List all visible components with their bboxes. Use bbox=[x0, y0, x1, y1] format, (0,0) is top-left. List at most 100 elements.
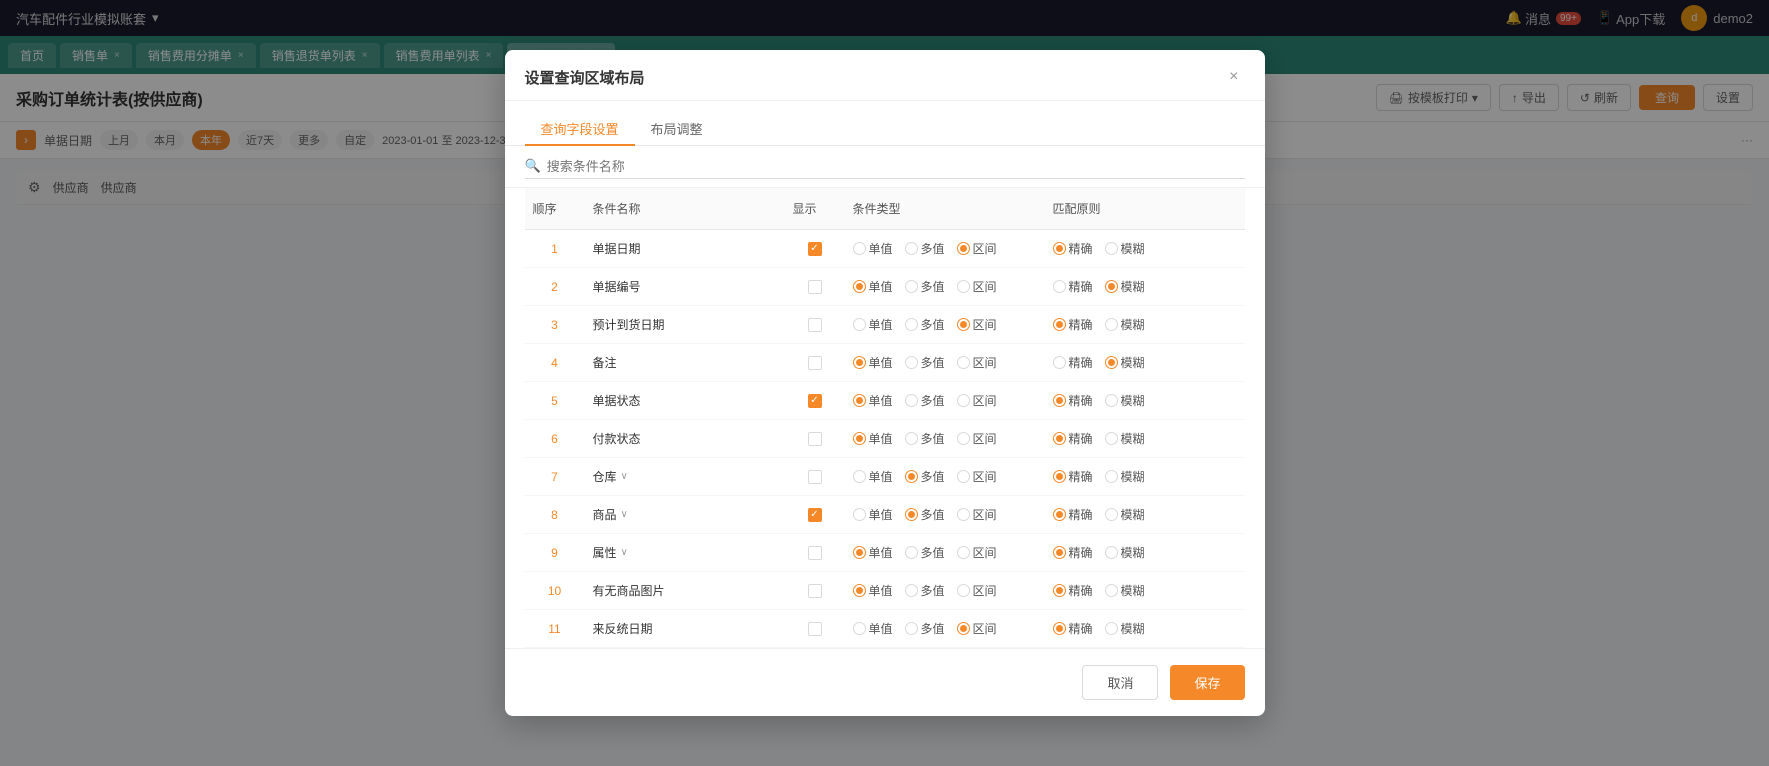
type-radio-item[interactable]: 区间 bbox=[957, 278, 997, 295]
type-radio[interactable] bbox=[957, 622, 970, 635]
type-radio-item[interactable]: 区间 bbox=[957, 506, 997, 523]
tab-query-fields[interactable]: 查询字段设置 bbox=[525, 113, 635, 146]
cancel-button[interactable]: 取消 bbox=[1082, 665, 1158, 700]
type-radio[interactable] bbox=[957, 584, 970, 597]
rule-radio[interactable] bbox=[1053, 470, 1066, 483]
display-checkbox[interactable] bbox=[808, 356, 822, 370]
rule-radio-item[interactable]: 精确 bbox=[1053, 468, 1093, 485]
type-radio-item[interactable]: 多值 bbox=[905, 354, 945, 371]
type-radio-item[interactable]: 多值 bbox=[905, 582, 945, 599]
rule-radio[interactable] bbox=[1105, 508, 1118, 521]
type-radio-item[interactable]: 多值 bbox=[905, 506, 945, 523]
rule-radio-item[interactable]: 模糊 bbox=[1105, 506, 1145, 523]
type-radio-item[interactable]: 单值 bbox=[853, 430, 893, 447]
type-radio[interactable] bbox=[853, 356, 866, 369]
type-radio-item[interactable]: 单值 bbox=[853, 582, 893, 599]
type-radio-item[interactable]: 多值 bbox=[905, 240, 945, 257]
type-radio-item[interactable]: 多值 bbox=[905, 316, 945, 333]
type-radio[interactable] bbox=[905, 584, 918, 597]
rule-radio-item[interactable]: 模糊 bbox=[1105, 582, 1145, 599]
type-radio[interactable] bbox=[905, 242, 918, 255]
display-checkbox[interactable] bbox=[808, 546, 822, 560]
rule-radio-item[interactable]: 精确 bbox=[1053, 620, 1093, 637]
rule-radio[interactable] bbox=[1105, 546, 1118, 559]
type-radio-item[interactable]: 单值 bbox=[853, 240, 893, 257]
rule-radio-item[interactable]: 模糊 bbox=[1105, 316, 1145, 333]
type-radio[interactable] bbox=[853, 470, 866, 483]
rule-radio[interactable] bbox=[1053, 622, 1066, 635]
type-radio[interactable] bbox=[905, 432, 918, 445]
type-radio-item[interactable]: 单值 bbox=[853, 278, 893, 295]
type-radio[interactable] bbox=[905, 546, 918, 559]
type-radio[interactable] bbox=[853, 432, 866, 445]
rule-radio[interactable] bbox=[1053, 584, 1066, 597]
rule-radio-item[interactable]: 模糊 bbox=[1105, 430, 1145, 447]
rule-radio-item[interactable]: 精确 bbox=[1053, 506, 1093, 523]
type-radio-item[interactable]: 多值 bbox=[905, 392, 945, 409]
display-checkbox[interactable] bbox=[808, 508, 822, 522]
save-button[interactable]: 保存 bbox=[1170, 665, 1244, 700]
rule-radio-item[interactable]: 精确 bbox=[1053, 392, 1093, 409]
type-radio-item[interactable]: 区间 bbox=[957, 316, 997, 333]
type-radio-item[interactable]: 单值 bbox=[853, 392, 893, 409]
type-radio[interactable] bbox=[853, 508, 866, 521]
type-radio[interactable] bbox=[905, 394, 918, 407]
rule-radio[interactable] bbox=[1053, 280, 1066, 293]
type-radio[interactable] bbox=[957, 280, 970, 293]
type-radio[interactable] bbox=[957, 546, 970, 559]
type-radio-item[interactable]: 多值 bbox=[905, 620, 945, 637]
display-checkbox[interactable] bbox=[808, 280, 822, 294]
type-radio-item[interactable]: 多值 bbox=[905, 544, 945, 561]
type-radio[interactable] bbox=[905, 280, 918, 293]
type-radio-item[interactable]: 区间 bbox=[957, 392, 997, 409]
type-radio-item[interactable]: 多值 bbox=[905, 430, 945, 447]
type-radio[interactable] bbox=[957, 242, 970, 255]
type-radio[interactable] bbox=[905, 622, 918, 635]
rule-radio-item[interactable]: 模糊 bbox=[1105, 354, 1145, 371]
type-radio[interactable] bbox=[853, 280, 866, 293]
display-checkbox[interactable] bbox=[808, 622, 822, 636]
rule-radio-item[interactable]: 精确 bbox=[1053, 544, 1093, 561]
dialog-close-button[interactable]: × bbox=[1223, 66, 1244, 88]
display-checkbox[interactable] bbox=[808, 242, 822, 256]
display-checkbox[interactable] bbox=[808, 432, 822, 446]
type-radio[interactable] bbox=[957, 356, 970, 369]
rule-radio-item[interactable]: 精确 bbox=[1053, 278, 1093, 295]
rule-radio[interactable] bbox=[1105, 242, 1118, 255]
type-radio-item[interactable]: 单值 bbox=[853, 316, 893, 333]
type-radio-item[interactable]: 区间 bbox=[957, 240, 997, 257]
rule-radio[interactable] bbox=[1105, 622, 1118, 635]
type-radio[interactable] bbox=[905, 356, 918, 369]
display-checkbox[interactable] bbox=[808, 470, 822, 484]
type-radio[interactable] bbox=[853, 318, 866, 331]
type-radio[interactable] bbox=[905, 508, 918, 521]
rule-radio-item[interactable]: 模糊 bbox=[1105, 620, 1145, 637]
type-radio-item[interactable]: 单值 bbox=[853, 354, 893, 371]
type-radio[interactable] bbox=[957, 318, 970, 331]
type-radio-item[interactable]: 单值 bbox=[853, 544, 893, 561]
tab-layout-adjust[interactable]: 布局调整 bbox=[635, 113, 719, 146]
rule-radio[interactable] bbox=[1105, 470, 1118, 483]
rule-radio[interactable] bbox=[1105, 394, 1118, 407]
type-radio-item[interactable]: 区间 bbox=[957, 354, 997, 371]
rule-radio[interactable] bbox=[1053, 546, 1066, 559]
expand-icon[interactable]: ∨ bbox=[621, 471, 628, 482]
rule-radio-item[interactable]: 模糊 bbox=[1105, 544, 1145, 561]
rule-radio-item[interactable]: 精确 bbox=[1053, 582, 1093, 599]
type-radio-item[interactable]: 区间 bbox=[957, 468, 997, 485]
type-radio-item[interactable]: 多值 bbox=[905, 468, 945, 485]
rule-radio-item[interactable]: 精确 bbox=[1053, 430, 1093, 447]
type-radio[interactable] bbox=[853, 394, 866, 407]
type-radio-item[interactable]: 区间 bbox=[957, 620, 997, 637]
display-checkbox[interactable] bbox=[808, 394, 822, 408]
rule-radio[interactable] bbox=[1053, 242, 1066, 255]
type-radio[interactable] bbox=[853, 242, 866, 255]
rule-radio[interactable] bbox=[1053, 394, 1066, 407]
rule-radio-item[interactable]: 模糊 bbox=[1105, 278, 1145, 295]
type-radio-item[interactable]: 单值 bbox=[853, 620, 893, 637]
type-radio[interactable] bbox=[957, 508, 970, 521]
expand-icon[interactable]: ∨ bbox=[621, 547, 628, 558]
rule-radio[interactable] bbox=[1105, 584, 1118, 597]
type-radio[interactable] bbox=[957, 470, 970, 483]
type-radio[interactable] bbox=[853, 622, 866, 635]
